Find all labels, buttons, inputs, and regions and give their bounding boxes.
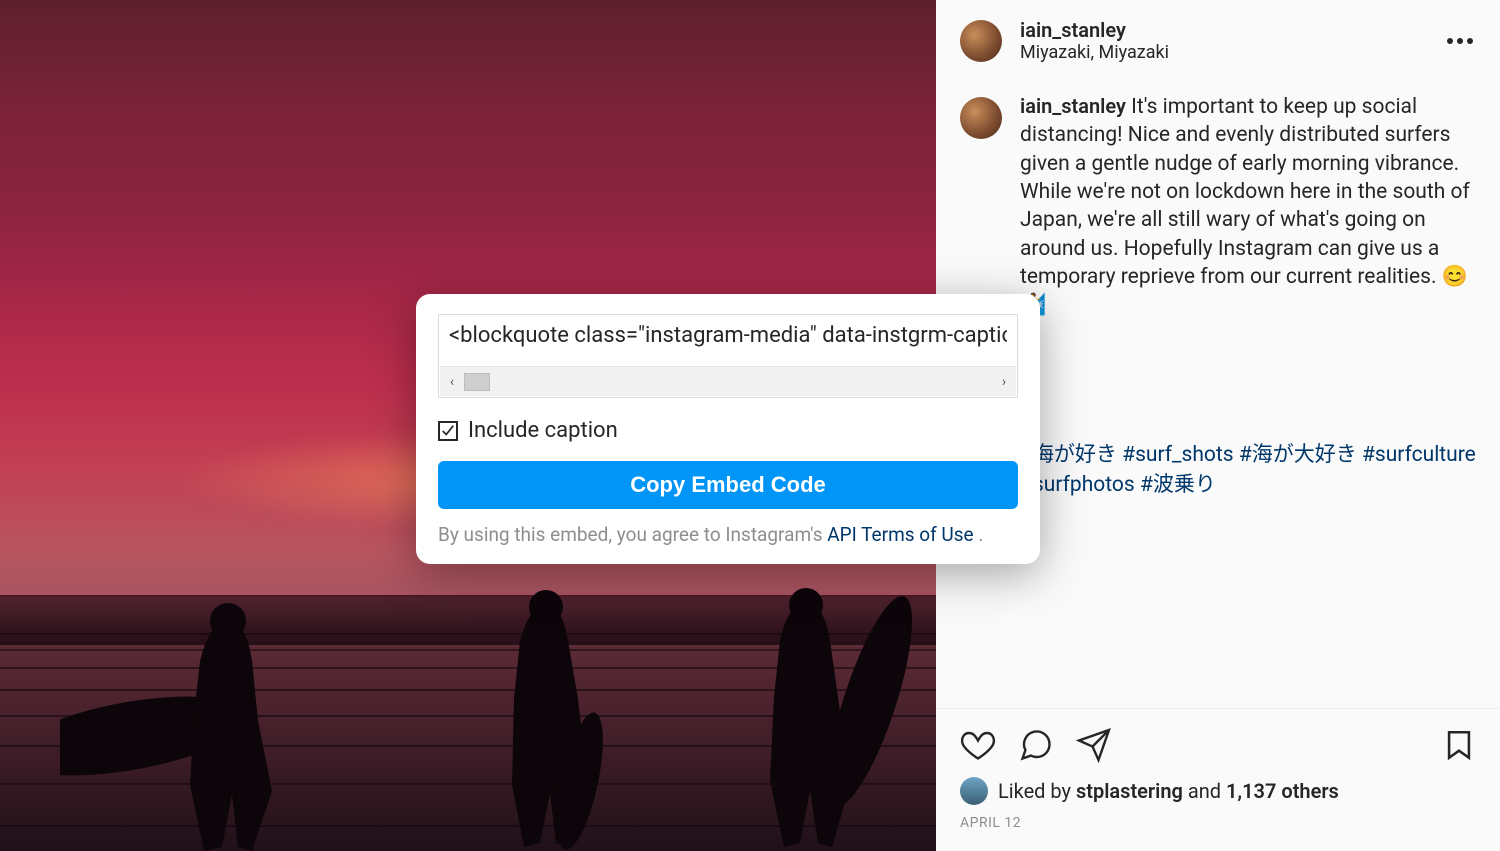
dash-line: - xyxy=(1020,354,1476,382)
include-caption-checkbox[interactable] xyxy=(438,421,458,441)
embed-terms: By using this embed, you agree to Instag… xyxy=(438,523,1018,546)
caption-dashes: - - - - xyxy=(1020,326,1476,439)
author-username[interactable]: iain_stanley xyxy=(1020,18,1444,42)
embed-code-text: <blockquote class="instagram-media" data… xyxy=(449,323,1007,363)
scroll-thumb[interactable] xyxy=(464,373,490,391)
liked-by-prefix: Liked by xyxy=(998,779,1076,803)
check-icon xyxy=(441,424,455,438)
likes-row[interactable]: Liked by stplastering and 1,137 others xyxy=(956,775,1480,811)
dash-line: - xyxy=(1020,382,1476,410)
bookmark-icon xyxy=(1442,728,1476,762)
copy-embed-button[interactable]: Copy Embed Code xyxy=(438,461,1018,509)
caption-body: It's important to keep up social distanc… xyxy=(1020,95,1470,317)
comment-icon xyxy=(1018,727,1054,763)
terms-suffix: . xyxy=(974,523,984,546)
embed-modal: <blockquote class="instagram-media" data… xyxy=(416,294,1040,564)
embed-code-box[interactable]: <blockquote class="instagram-media" data… xyxy=(438,314,1018,398)
heart-icon xyxy=(960,727,996,763)
share-button[interactable] xyxy=(1076,727,1112,767)
post-header: iain_stanley Miyazaki, Miyazaki xyxy=(936,0,1500,63)
api-terms-link[interactable]: API Terms of Use xyxy=(827,523,973,546)
like-button[interactable] xyxy=(960,727,996,767)
post-actions: Liked by stplastering and 1,137 others A… xyxy=(936,708,1500,851)
terms-prefix: By using this embed, you agree to Instag… xyxy=(438,523,827,546)
surfer-right xyxy=(720,571,936,851)
surfer-left xyxy=(60,581,320,851)
dash-line: - xyxy=(1020,326,1476,354)
liked-by-and: and xyxy=(1183,779,1226,803)
scroll-left-arrow[interactable]: ‹ xyxy=(440,374,464,390)
post-hashtags[interactable]: #海が好き #surf_shots #海が大好き #surfculture #s… xyxy=(1020,441,1476,500)
dash-line: - xyxy=(1020,411,1476,439)
post-location[interactable]: Miyazaki, Miyazaki xyxy=(1020,42,1444,63)
include-caption-label: Include caption xyxy=(468,418,618,443)
scroll-right-arrow[interactable]: › xyxy=(992,374,1016,390)
embed-scrollbar[interactable]: ‹ › xyxy=(440,366,1016,396)
comment-button[interactable] xyxy=(1018,727,1054,767)
save-button[interactable] xyxy=(1442,728,1476,766)
caption-username[interactable]: iain_stanley xyxy=(1020,94,1126,118)
more-options-button[interactable] xyxy=(1444,25,1476,57)
more-icon xyxy=(1446,37,1474,45)
surfer-center xyxy=(430,581,630,851)
liker-avatar xyxy=(960,777,988,805)
liked-by-count[interactable]: 1,137 others xyxy=(1226,779,1339,803)
scroll-track[interactable] xyxy=(464,367,992,396)
caption-avatar[interactable] xyxy=(960,97,1002,139)
post-caption: iain_stanley It's important to keep up s… xyxy=(1020,93,1476,320)
post-date[interactable]: APRIL 12 xyxy=(956,811,1480,851)
author-avatar[interactable] xyxy=(960,20,1002,62)
liked-by-user[interactable]: stplastering xyxy=(1076,779,1183,803)
send-icon xyxy=(1076,727,1112,763)
